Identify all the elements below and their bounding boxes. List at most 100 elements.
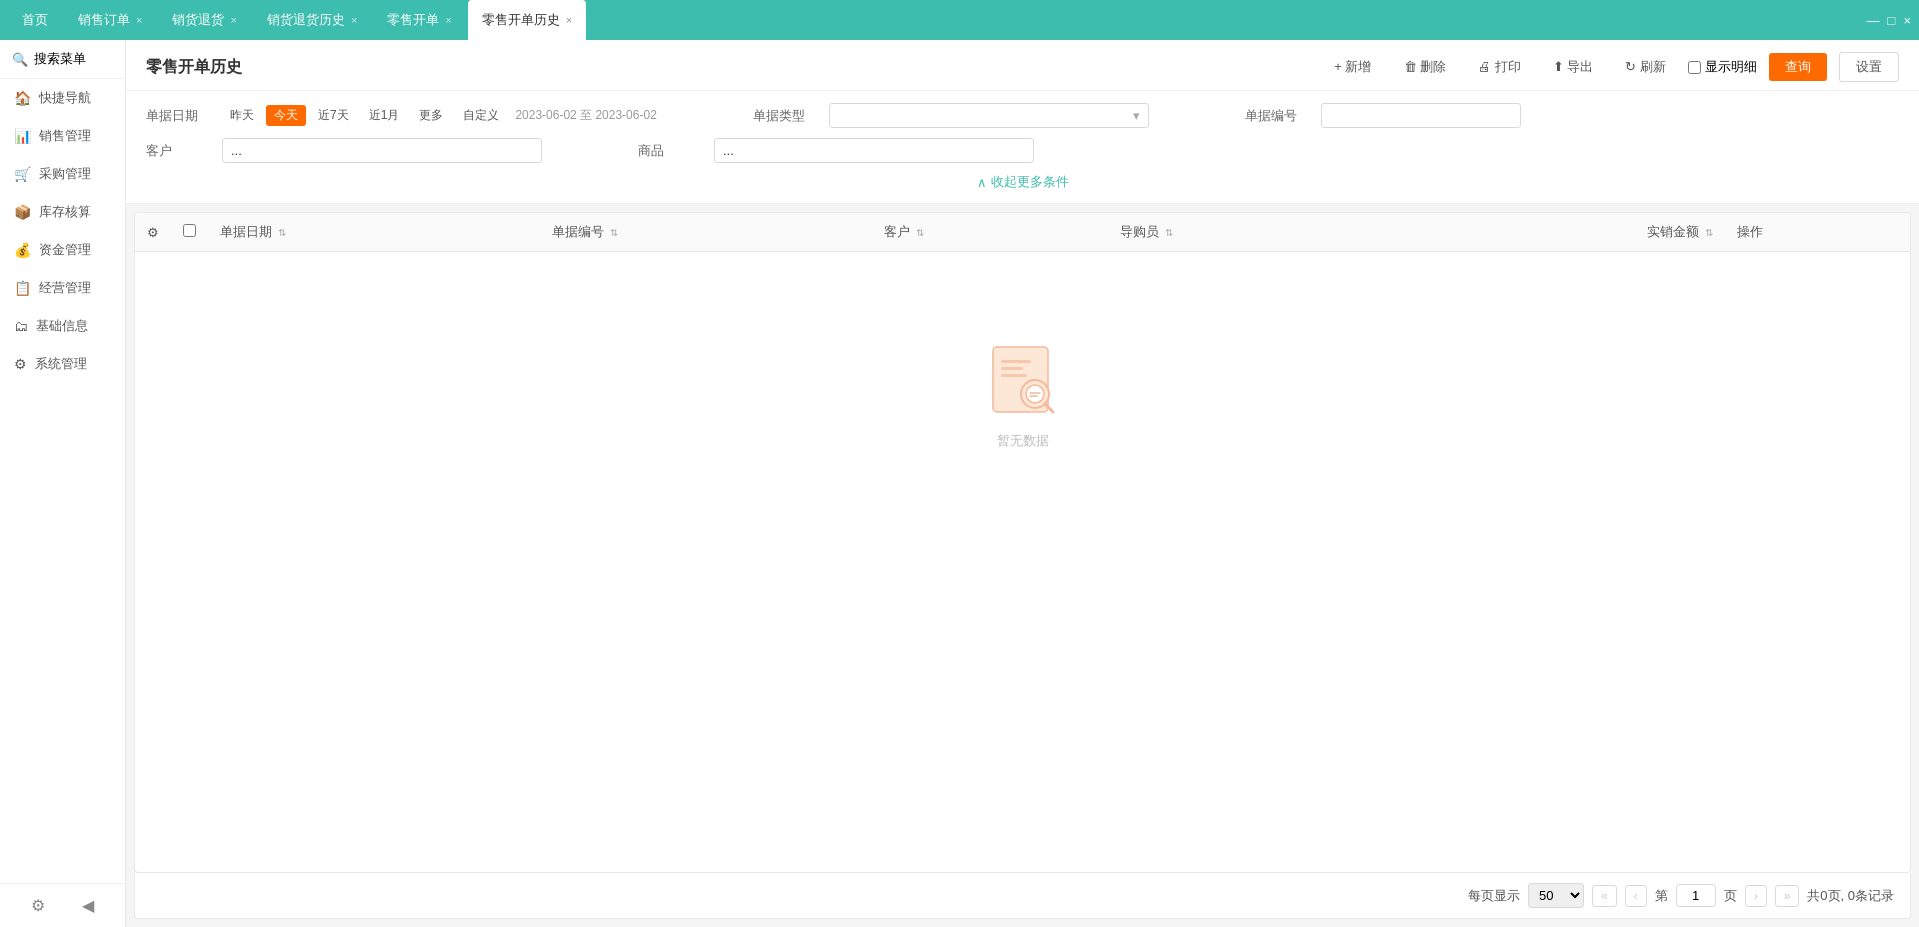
- tab-return-label: 销货退货: [172, 11, 224, 29]
- sort-guide-icon[interactable]: ⇅: [1165, 227, 1173, 238]
- sidebar-item-baseinfo-label: 基础信息: [36, 317, 88, 335]
- product-label: 商品: [638, 142, 698, 160]
- sidebar-item-finance-label: 资金管理: [39, 241, 91, 259]
- svg-rect-3: [1001, 374, 1027, 377]
- number-input[interactable]: [1321, 103, 1521, 128]
- empty-cell: 暂无数据: [135, 252, 1910, 531]
- minimize-btn[interactable]: —: [1867, 13, 1880, 28]
- sidebar-collapse-icon[interactable]: ◀: [82, 896, 94, 915]
- main-layout: 🔍 搜索菜单 🏠 快捷导航 📊 销售管理 🛒 采购管理 📦 库存核算 💰 资金管…: [0, 40, 1919, 927]
- per-page-select[interactable]: 50 10 20 100: [1528, 883, 1584, 908]
- sort-number-icon[interactable]: ⇅: [610, 227, 618, 238]
- type-select[interactable]: ▾: [829, 103, 1149, 128]
- sidebar-item-baseinfo[interactable]: 🗂 基础信息: [0, 307, 125, 345]
- col-action-label: 操作: [1737, 224, 1763, 239]
- table-settings-col[interactable]: ⚙: [135, 213, 171, 252]
- header-actions: + 新增 🗑 删除 🖨 打印 ⬆ 导出 ↻ 刷新 显示明细 查询 设置: [1324, 52, 1899, 82]
- tab-home-label: 首页: [22, 11, 48, 29]
- sidebar-item-operations[interactable]: 📋 经营管理: [0, 269, 125, 307]
- empty-state: 暂无数据: [135, 252, 1910, 530]
- sort-amount-icon[interactable]: ⇅: [1705, 227, 1713, 238]
- sidebar-item-sales[interactable]: 📊 销售管理: [0, 117, 125, 155]
- per-page-label: 每页显示: [1468, 887, 1520, 905]
- tab-sales-order-close[interactable]: ×: [136, 14, 142, 26]
- table-body: 暂无数据: [135, 252, 1910, 531]
- display-detail-checkbox-wrapper[interactable]: 显示明细: [1688, 58, 1757, 76]
- tab-retail[interactable]: 零售开单 ×: [373, 0, 465, 40]
- shortcut-more[interactable]: 更多: [411, 105, 451, 126]
- shortcut-7days[interactable]: 近7天: [310, 105, 357, 126]
- system-icon: ⚙: [14, 356, 27, 372]
- table-container: ⚙ 单据日期 ⇅ 单据编号 ⇅: [134, 212, 1911, 873]
- collapse-btn[interactable]: ∧ 收起更多条件: [146, 173, 1899, 191]
- settings-button[interactable]: 设置: [1839, 52, 1899, 82]
- collapse-arrow-icon: ∧: [977, 175, 987, 190]
- customer-label: 客户: [146, 142, 206, 160]
- tab-retail-close[interactable]: ×: [445, 14, 451, 26]
- tab-return[interactable]: 销货退货 ×: [158, 0, 250, 40]
- shortcut-today[interactable]: 今天: [266, 105, 306, 126]
- sidebar-search[interactable]: 🔍 搜索菜单: [0, 40, 125, 79]
- table-settings-icon[interactable]: ⚙: [147, 225, 159, 240]
- select-all-checkbox[interactable]: [183, 224, 196, 237]
- table-checkbox-col[interactable]: [171, 213, 208, 252]
- maximize-btn[interactable]: □: [1888, 13, 1896, 28]
- baseinfo-icon: 🗂: [14, 318, 28, 334]
- filter-area: 单据日期 昨天 今天 近7天 近1月 更多 自定义 2023-06-02 至 2…: [126, 91, 1919, 204]
- sidebar-item-finance[interactable]: 💰 资金管理: [0, 231, 125, 269]
- tab-retail-label: 零售开单: [387, 11, 439, 29]
- quicknav-icon: 🏠: [14, 90, 31, 106]
- content-area: 零售开单历史 + 新增 🗑 删除 🖨 打印 ⬆ 导出 ↻ 刷新 显示明细 查询 …: [126, 40, 1919, 927]
- sidebar-settings-icon[interactable]: ⚙: [31, 896, 45, 915]
- tab-return-history-close[interactable]: ×: [351, 14, 357, 26]
- display-detail-checkbox[interactable]: [1688, 61, 1701, 74]
- shortcut-1month[interactable]: 近1月: [361, 105, 408, 126]
- empty-text: 暂无数据: [997, 432, 1049, 450]
- sidebar-item-inventory[interactable]: 📦 库存核算: [0, 193, 125, 231]
- next-page-btn[interactable]: ›: [1745, 885, 1767, 907]
- tab-retail-history-close[interactable]: ×: [566, 14, 572, 26]
- sidebar: 🔍 搜索菜单 🏠 快捷导航 📊 销售管理 🛒 采购管理 📦 库存核算 💰 资金管…: [0, 40, 126, 927]
- tab-return-history[interactable]: 销货退货历史 ×: [253, 0, 371, 40]
- svg-point-5: [1026, 385, 1044, 403]
- sidebar-item-purchase[interactable]: 🛒 采购管理: [0, 155, 125, 193]
- data-table: ⚙ 单据日期 ⇅ 单据编号 ⇅: [135, 213, 1910, 530]
- delete-button[interactable]: 🗑 删除: [1394, 54, 1457, 80]
- number-label: 单据编号: [1245, 107, 1305, 125]
- filter-row-1: 单据日期 昨天 今天 近7天 近1月 更多 自定义 2023-06-02 至 2…: [146, 103, 1899, 128]
- tab-sales-order[interactable]: 销售订单 ×: [64, 0, 156, 40]
- tab-retail-history[interactable]: 零售开单历史 ×: [468, 0, 586, 40]
- svg-rect-2: [1001, 367, 1023, 370]
- product-select[interactable]: ...: [714, 138, 1034, 163]
- total-info: 共0页, 0条记录: [1807, 887, 1894, 905]
- page-input[interactable]: [1676, 884, 1716, 907]
- query-button[interactable]: 查询: [1769, 53, 1827, 81]
- sidebar-search-label: 搜索菜单: [34, 50, 86, 68]
- print-button[interactable]: 🖨 打印: [1468, 54, 1531, 80]
- shortcut-custom[interactable]: 自定义: [455, 105, 507, 126]
- sort-date-icon[interactable]: ⇅: [278, 227, 286, 238]
- export-button[interactable]: ⬆ 导出: [1543, 54, 1604, 80]
- first-page-btn[interactable]: «: [1592, 885, 1617, 907]
- add-button[interactable]: + 新增: [1324, 54, 1381, 80]
- tab-list: 首页 销售订单 × 销货退货 × 销货退货历史 × 零售开单 × 零售开单历史 …: [8, 0, 1867, 40]
- svg-rect-1: [1001, 360, 1031, 363]
- last-page-btn[interactable]: »: [1775, 885, 1800, 907]
- tab-home[interactable]: 首页: [8, 0, 62, 40]
- tab-return-close[interactable]: ×: [230, 14, 236, 26]
- sort-customer-icon[interactable]: ⇅: [916, 227, 924, 238]
- sidebar-item-quicknav[interactable]: 🏠 快捷导航: [0, 79, 125, 117]
- sidebar-item-system[interactable]: ⚙ 系统管理: [0, 345, 125, 383]
- window-close-btn[interactable]: ×: [1903, 13, 1911, 28]
- date-shortcuts: 昨天 今天 近7天 近1月 更多 自定义 2023-06-02 至 2023-0…: [222, 105, 657, 126]
- col-action: 操作: [1725, 213, 1910, 252]
- shortcut-yesterday[interactable]: 昨天: [222, 105, 262, 126]
- refresh-button[interactable]: ↻ 刷新: [1615, 54, 1676, 80]
- tab-return-history-label: 销货退货历史: [267, 11, 345, 29]
- col-number: 单据编号 ⇅: [540, 213, 872, 252]
- prev-page-btn[interactable]: ‹: [1625, 885, 1647, 907]
- sidebar-item-system-label: 系统管理: [35, 355, 87, 373]
- customer-select[interactable]: ...: [222, 138, 542, 163]
- sidebar-bottom: ⚙ ◀: [0, 883, 125, 927]
- window-actions: — □ ×: [1867, 13, 1911, 28]
